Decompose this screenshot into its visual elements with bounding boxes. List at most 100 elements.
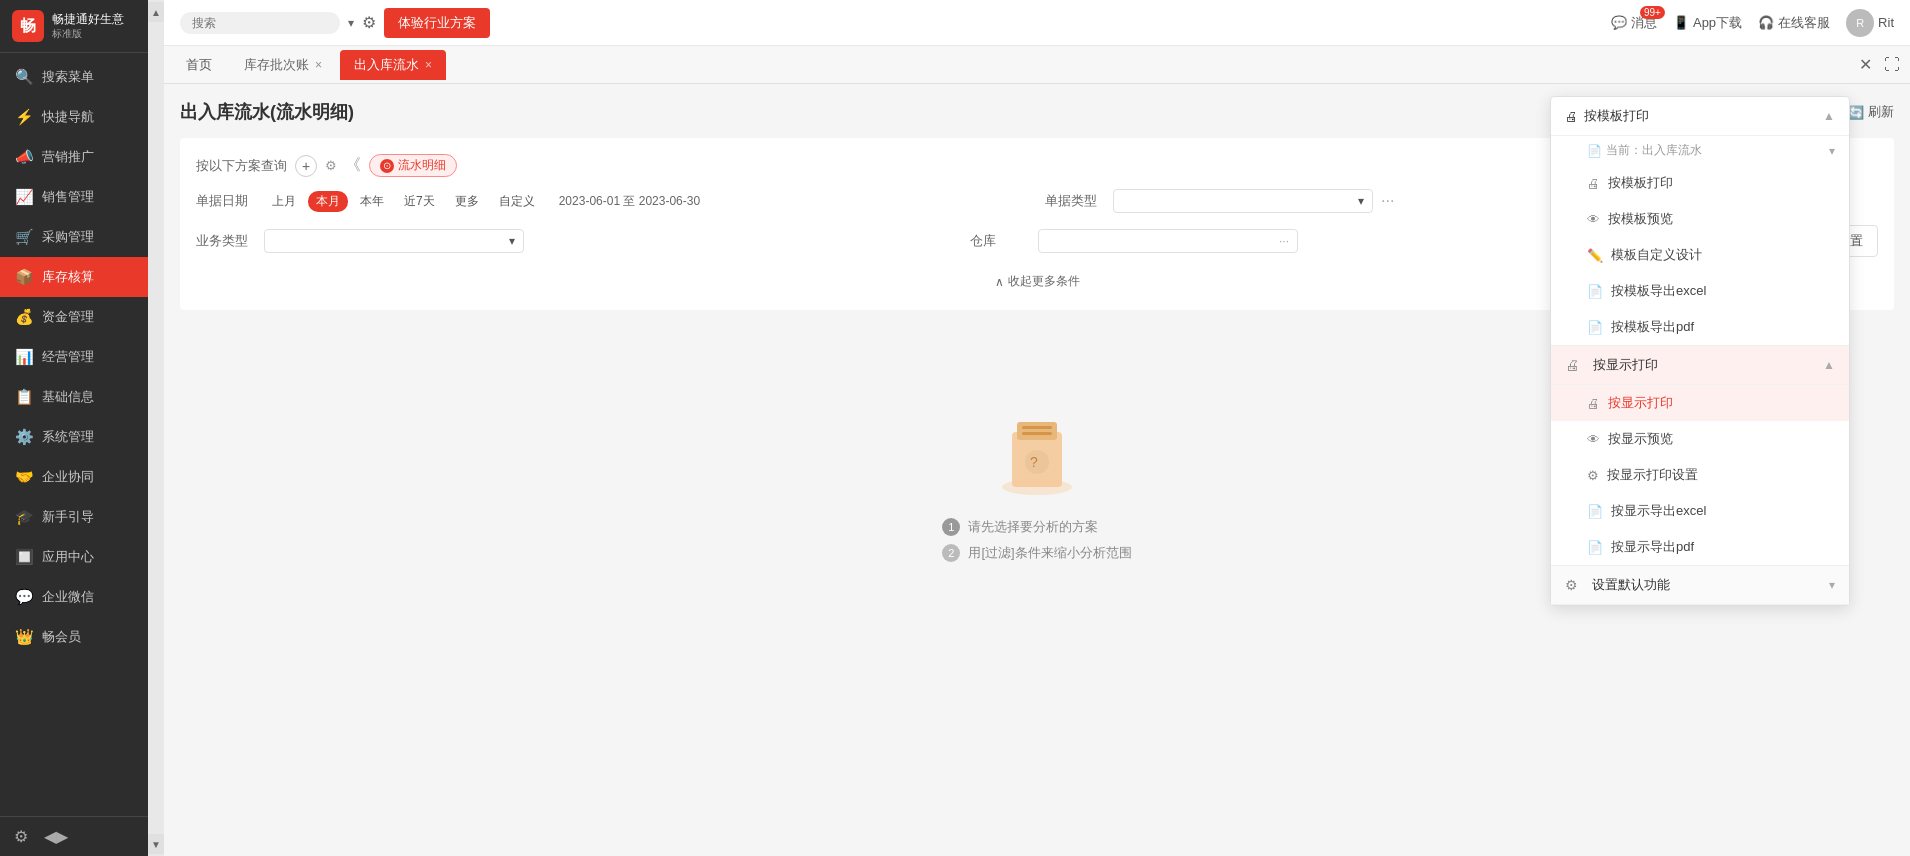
sidebar-item-system[interactable]: ⚙️系统管理 xyxy=(0,417,148,457)
sidebar-item-operations[interactable]: 📊经营管理 xyxy=(0,337,148,377)
sidebar-item-purchase[interactable]: 🛒采购管理 xyxy=(0,217,148,257)
close-window-btn[interactable]: ✕ xyxy=(1857,53,1874,76)
search-input[interactable] xyxy=(180,12,340,34)
template-section-toggle[interactable]: ▲ xyxy=(1823,109,1835,123)
tmpl-preview-icon: 👁 xyxy=(1587,212,1600,227)
topbar-right: 💬 消息 99+ 📱 App下载 🎧 在线客服 R Rit xyxy=(1611,9,1894,37)
biz-type-select[interactable]: ▾ xyxy=(264,229,524,253)
disp-settings-icon: ⚙ xyxy=(1587,468,1599,483)
tabs-bar: 首页 库存批次账 × 出入库流水 × ✕ ⛶ xyxy=(164,46,1910,84)
date-opt-本年[interactable]: 本年 xyxy=(352,191,392,212)
marketing-label: 营销推广 xyxy=(42,148,94,166)
topbar-gear-icon[interactable]: ⚙ xyxy=(362,13,376,32)
dropdown-item-tmpl-preview[interactable]: 👁按模板预览 xyxy=(1551,201,1849,237)
sales-label: 销售管理 xyxy=(42,188,94,206)
sidebar-item-shortcut[interactable]: ⚡快捷导航 xyxy=(0,97,148,137)
tab-flow[interactable]: 出入库流水 × xyxy=(340,50,446,80)
corp-label: 企业协同 xyxy=(42,468,94,486)
sales-icon: 📈 xyxy=(14,187,34,207)
avatar: R xyxy=(1846,9,1874,37)
marketing-icon: 📣 xyxy=(14,147,34,167)
dropdown-item-disp-excel[interactable]: 📄按显示导出excel xyxy=(1551,493,1849,529)
filter-label: 按以下方案查询 xyxy=(196,157,287,175)
user-avatar-btn[interactable]: R Rit xyxy=(1846,9,1894,37)
filter-add-btn[interactable]: + xyxy=(295,155,317,177)
warehouse-select[interactable]: ··· xyxy=(1038,229,1298,253)
filter-tag[interactable]: ⊙ 流水明细 xyxy=(369,154,457,177)
sidebar-item-finance[interactable]: 💰资金管理 xyxy=(0,297,148,337)
logo-icon: 畅 xyxy=(12,10,44,42)
dropdown-template-items: 🖨按模板打印👁按模板预览✏️模板自定义设计📄按模板导出excel📄按模板导出pd… xyxy=(1551,165,1849,345)
warehouse-label: 仓库 xyxy=(970,232,1030,250)
member-icon: 👑 xyxy=(14,627,34,647)
refresh-btn[interactable]: 🔄 刷新 xyxy=(1848,103,1894,121)
voucher-type-more[interactable]: ··· xyxy=(1381,192,1394,210)
sidebar-item-inventory[interactable]: 📦库存核算 xyxy=(0,257,148,297)
empty-icon: ? xyxy=(987,402,1087,502)
dropdown-item-tmpl-print[interactable]: 🖨按模板打印 xyxy=(1551,165,1849,201)
date-opt-上月[interactable]: 上月 xyxy=(264,191,304,212)
batch-tab-label: 库存批次账 xyxy=(244,56,309,74)
tab-home[interactable]: 首页 xyxy=(172,50,226,80)
flow-tab-close[interactable]: × xyxy=(425,58,432,72)
sidebar-item-newbie[interactable]: 🎓新手引导 xyxy=(0,497,148,537)
sidebar-nav: 🔍搜索菜单⚡快捷导航 📣 营销推广 📈 销售管理 🛒采购管理📦库存核算💰资金管理📊经营管理… xyxy=(0,53,148,816)
collapse-icon[interactable]: ◀▶ xyxy=(44,827,68,846)
online-service-btn[interactable]: 🎧 在线客服 xyxy=(1758,14,1830,32)
app-download-btn[interactable]: 📱 App下载 xyxy=(1673,14,1742,32)
warehouse-more[interactable]: ··· xyxy=(1279,234,1289,248)
dropdown-item-tmpl-pdf[interactable]: 📄按模板导出pdf xyxy=(1551,309,1849,345)
filter-collapse-btn[interactable]: 《 xyxy=(345,155,361,176)
filter-gear-btn[interactable]: ⚙ xyxy=(325,158,337,173)
sidebar-item-wechat[interactable]: 💬企业微信 xyxy=(0,577,148,617)
collapse-icon: ∧ xyxy=(995,275,1004,289)
dropdown-item-disp-print[interactable]: 🖨按显示打印 xyxy=(1551,385,1849,421)
voucher-type-label: 单据类型 xyxy=(1045,192,1105,210)
sidebar-item-corp[interactable]: 🤝企业协同 xyxy=(0,457,148,497)
tmpl-excel-icon: 📄 xyxy=(1587,284,1603,299)
trial-btn[interactable]: 体验行业方案 xyxy=(384,8,490,38)
date-opt-近7天[interactable]: 近7天 xyxy=(396,191,443,212)
search-dropdown-btn[interactable]: ▾ xyxy=(348,16,354,30)
sidebar-item-sales[interactable]: 📈 销售管理 xyxy=(0,177,148,217)
search-icon: 🔍 xyxy=(14,67,34,87)
sidebar-item-apps[interactable]: 🔲应用中心 xyxy=(0,537,148,577)
date-opt-自定义[interactable]: 自定义 xyxy=(491,191,543,212)
date-opt-本月[interactable]: 本月 xyxy=(308,191,348,212)
dropdown-item-tmpl-customize[interactable]: ✏️模板自定义设计 xyxy=(1551,237,1849,273)
voucher-type-chevron: ▾ xyxy=(1358,194,1364,208)
sidebar-item-marketing[interactable]: 📣 营销推广 xyxy=(0,137,148,177)
expand-window-btn[interactable]: ⛶ xyxy=(1882,54,1902,76)
scroll-down-btn[interactable]: ▼ xyxy=(148,834,164,854)
dropdown-item-disp-pdf[interactable]: 📄按显示导出pdf xyxy=(1551,529,1849,565)
default-section-toggle[interactable]: ▾ xyxy=(1829,578,1835,592)
sidebar-item-member[interactable]: 👑畅会员 xyxy=(0,617,148,657)
sidebar-item-search[interactable]: 🔍搜索菜单 xyxy=(0,57,148,97)
tab-batch[interactable]: 库存批次账 × xyxy=(230,50,336,80)
dropdown-item-tmpl-excel[interactable]: 📄按模板导出excel xyxy=(1551,273,1849,309)
sidebar-bottom: ⚙ ◀▶ xyxy=(0,816,148,856)
sidebar-scrollbar[interactable]: ▲ ▼ xyxy=(148,0,164,856)
dropdown-item-disp-settings[interactable]: ⚙按显示打印设置 xyxy=(1551,457,1849,493)
display-section-toggle[interactable]: ▲ xyxy=(1823,358,1835,372)
empty-step-1: 1 请先选择要分析的方案 xyxy=(942,518,1131,536)
date-opt-更多[interactable]: 更多 xyxy=(447,191,487,212)
message-btn[interactable]: 💬 消息 99+ xyxy=(1611,14,1657,32)
display-section-icon: 🖨 xyxy=(1565,357,1579,373)
inventory-label: 库存核算 xyxy=(42,268,94,286)
scroll-up-btn[interactable]: ▲ xyxy=(148,2,164,22)
purchase-label: 采购管理 xyxy=(42,228,94,246)
display-section-header[interactable]: 🖨 按显示打印 ▲ xyxy=(1551,346,1849,385)
shortcut-label: 快捷导航 xyxy=(42,108,94,126)
batch-tab-close[interactable]: × xyxy=(315,58,322,72)
app-logo: 畅 畅捷通好生意 标准版 xyxy=(0,0,148,53)
empty-step-2: 2 用[过滤]条件来缩小分析范围 xyxy=(942,544,1131,562)
default-section-header[interactable]: ⚙ 设置默认功能 ▾ xyxy=(1551,566,1849,605)
default-section-icon: ⚙ xyxy=(1565,577,1578,593)
settings-icon[interactable]: ⚙ xyxy=(14,827,28,846)
empty-steps: 1 请先选择要分析的方案 2 用[过滤]条件来缩小分析范围 xyxy=(942,518,1131,562)
voucher-type-select[interactable]: ▾ xyxy=(1113,189,1373,213)
dropdown-item-disp-preview[interactable]: 👁按显示预览 xyxy=(1551,421,1849,457)
system-label: 系统管理 xyxy=(42,428,94,446)
sidebar-item-basics[interactable]: 📋基础信息 xyxy=(0,377,148,417)
